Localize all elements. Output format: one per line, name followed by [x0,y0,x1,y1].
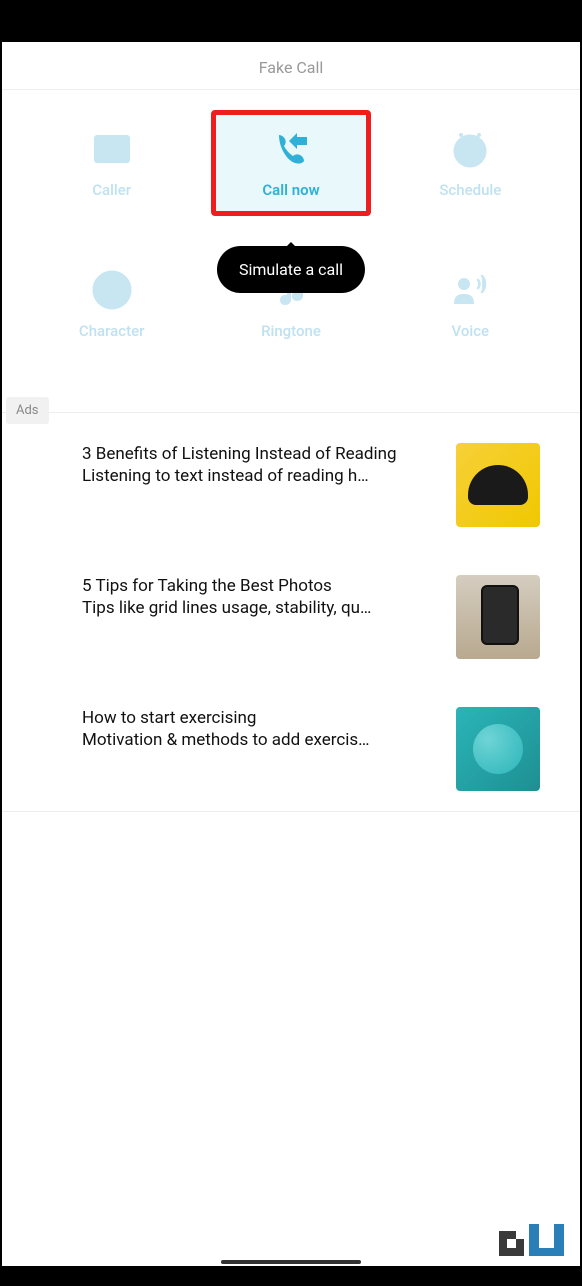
option-label: Caller [92,181,131,199]
ad-thumbnail [456,575,540,659]
ad-text: 5 Tips for Taking the Best Photos Tips l… [82,575,436,619]
options-grid: Caller Call now Schedule Character Ringt… [2,90,580,412]
page-title: Fake Call [2,58,580,77]
option-schedule[interactable]: Schedule [391,110,550,216]
option-label: Ringtone [261,322,321,340]
option-voice[interactable]: Voice [391,256,550,352]
tooltip: Simulate a call [217,246,365,293]
option-label: Voice [452,322,490,340]
option-character[interactable]: Character [32,256,191,352]
ad-title: 5 Tips for Taking the Best Photos [82,575,436,597]
ad-text: 3 Benefits of Listening Instead of Readi… [82,443,436,487]
ad-desc: Motivation & methods to add exercis… [82,729,436,751]
contact-card-icon [90,127,134,171]
ad-item[interactable]: 3 Benefits of Listening Instead of Readi… [82,443,540,527]
home-indicator[interactable] [221,1260,361,1264]
ads-label: Ads [6,397,49,424]
person-icon [90,268,134,312]
option-label: Character [79,322,145,340]
bottom-bar [2,1266,580,1284]
voice-icon [448,268,492,312]
ad-title: How to start exercising [82,707,436,729]
ad-item[interactable]: 5 Tips for Taking the Best Photos Tips l… [82,575,540,659]
phone-incoming-icon [269,127,313,171]
ad-title: 3 Benefits of Listening Instead of Readi… [82,443,436,465]
status-bar [2,2,580,42]
ad-thumbnail [456,443,540,527]
ad-desc: Listening to text instead of reading h… [82,465,436,487]
ad-text: How to start exercising Motivation & met… [82,707,436,751]
ad-thumbnail [456,707,540,791]
ads-section: Ads 3 Benefits of Listening Instead of R… [2,412,580,812]
watermark-logo [494,1216,574,1266]
ad-item[interactable]: How to start exercising Motivation & met… [82,707,540,791]
option-label: Call now [262,181,319,199]
option-label: Schedule [439,181,501,199]
option-caller[interactable]: Caller [32,110,191,216]
app-header: Fake Call [2,42,580,90]
clock-icon [448,127,492,171]
ad-list: 3 Benefits of Listening Instead of Readi… [2,413,580,791]
option-call-now[interactable]: Call now [211,110,370,216]
ad-desc: Tips like grid lines usage, stability, q… [82,597,436,619]
